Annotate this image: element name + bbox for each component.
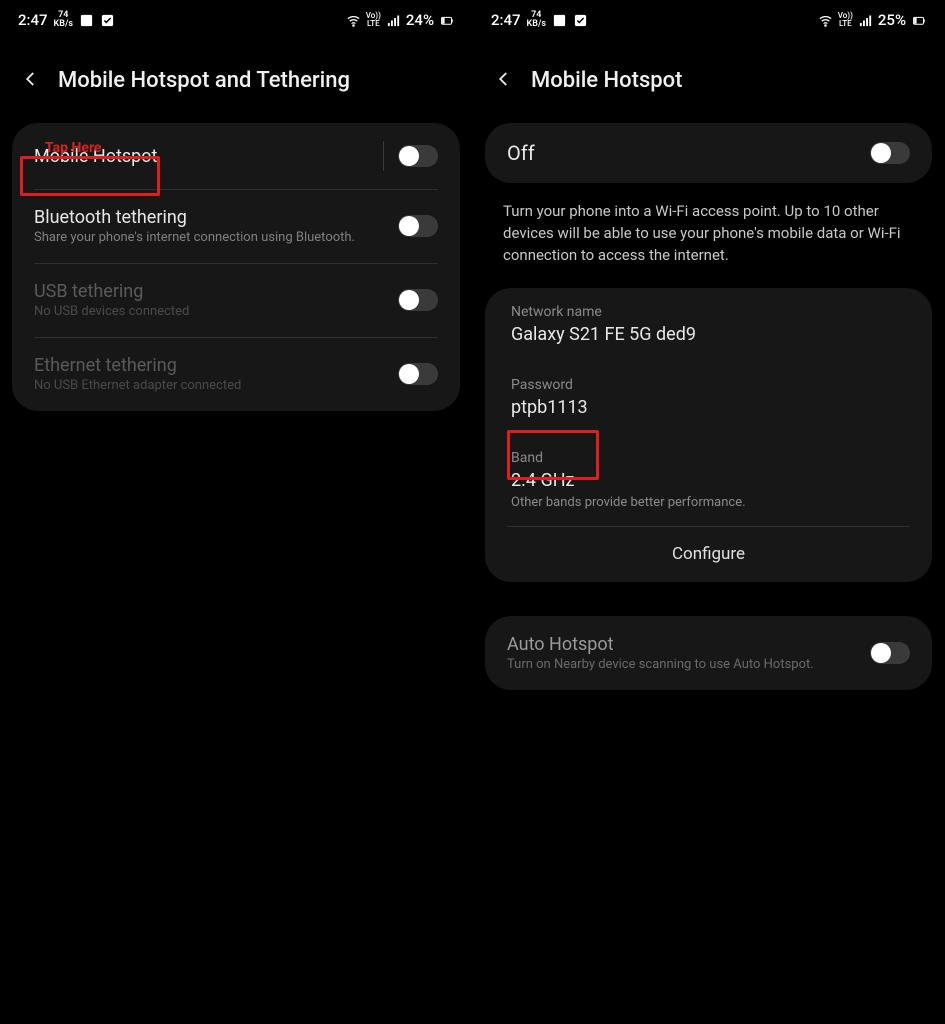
- band-extra: Other bands provide better performance.: [511, 495, 906, 510]
- signal-icon: [386, 13, 401, 28]
- status-bar: 2:47 74KB/s Vo))LTE 24%: [0, 0, 472, 40]
- network-name-value: Galaxy S21 FE 5G ded9: [511, 324, 906, 345]
- check-icon: [573, 13, 588, 28]
- row-mobile-hotspot[interactable]: Mobile Hotspot: [12, 123, 460, 189]
- mobile-hotspot-toggle[interactable]: [398, 145, 438, 167]
- configure-label: Configure: [672, 544, 745, 564]
- wifi-icon: [346, 13, 361, 28]
- band-label: Band: [511, 450, 906, 466]
- row-sub: No USB Ethernet adapter connected: [34, 378, 241, 393]
- network-name-block[interactable]: Network name Galaxy S21 FE 5G ded9: [485, 288, 932, 361]
- back-button[interactable]: [495, 70, 513, 92]
- volte-icon: Vo))LTE: [838, 12, 853, 28]
- band-value: 2.4 GHz: [511, 470, 906, 491]
- tethering-options-card: Mobile Hotspot Bluetooth tethering Share…: [12, 123, 460, 411]
- bluetooth-tethering-toggle[interactable]: [398, 215, 438, 237]
- hotspot-details-card: Network name Galaxy S21 FE 5G ded9 Passw…: [485, 288, 932, 582]
- page-title: Mobile Hotspot: [531, 68, 682, 93]
- battery-icon: [911, 13, 926, 28]
- row-title: Ethernet tethering: [34, 355, 241, 376]
- phone-screen-left: Tap Here 2:47 74KB/s Vo))LTE 24% Mobile …: [0, 0, 472, 1024]
- phone-screen-right: 2:47 74KB/s Vo))LTE 25% Mobile Hotspot O…: [472, 0, 944, 1024]
- page-header: Mobile Hotspot: [473, 40, 944, 123]
- page-header: Mobile Hotspot and Tethering: [0, 40, 472, 123]
- wifi-icon: [818, 13, 833, 28]
- auto-hotspot-sub: Turn on Nearby device scanning to use Au…: [507, 657, 814, 672]
- status-kbps: 74KB/s: [527, 11, 546, 29]
- hotspot-description: Turn your phone into a Wi-Fi access poin…: [473, 201, 944, 288]
- check-icon: [100, 13, 115, 28]
- status-bar: 2:47 74KB/s Vo))LTE 25%: [473, 0, 944, 40]
- row-sub: No USB devices connected: [34, 304, 189, 319]
- status-time: 2:47: [491, 11, 521, 29]
- battery-icon: [439, 13, 454, 28]
- volte-icon: Vo))LTE: [366, 12, 381, 28]
- network-name-label: Network name: [511, 304, 906, 320]
- row-title: Bluetooth tethering: [34, 207, 355, 228]
- hotspot-state-card: Off: [485, 123, 932, 183]
- row-sub: Share your phone's internet connection u…: [34, 230, 355, 245]
- auto-hotspot-card: Auto Hotspot Turn on Nearby device scann…: [485, 616, 932, 690]
- usb-tethering-toggle: [398, 289, 438, 311]
- image-icon: [79, 13, 94, 28]
- signal-icon: [858, 13, 873, 28]
- row-bluetooth-tethering[interactable]: Bluetooth tethering Share your phone's i…: [12, 189, 460, 263]
- separator: [383, 141, 384, 171]
- hotspot-state-label: Off: [507, 141, 535, 165]
- page-title: Mobile Hotspot and Tethering: [58, 68, 350, 93]
- hotspot-master-toggle[interactable]: [870, 142, 910, 164]
- auto-hotspot-title: Auto Hotspot: [507, 634, 814, 655]
- ethernet-tethering-toggle: [398, 363, 438, 385]
- password-label: Password: [511, 377, 906, 393]
- password-block[interactable]: Password ptpb1113: [485, 361, 932, 434]
- battery-percent: 25%: [878, 11, 906, 29]
- battery-percent: 24%: [406, 11, 434, 29]
- annotation-tap-here: Tap Here: [45, 140, 102, 156]
- row-usb-tethering: USB tethering No USB devices connected: [12, 263, 460, 337]
- row-auto-hotspot[interactable]: Auto Hotspot Turn on Nearby device scann…: [485, 616, 932, 690]
- image-icon: [552, 13, 567, 28]
- back-button[interactable]: [22, 70, 40, 92]
- row-hotspot-state[interactable]: Off: [485, 123, 932, 183]
- band-block[interactable]: Band 2.4 GHz Other bands provide better …: [485, 434, 932, 526]
- status-time: 2:47: [18, 11, 48, 29]
- configure-button[interactable]: Configure: [485, 526, 932, 582]
- status-kbps: 74KB/s: [54, 11, 73, 29]
- password-value: ptpb1113: [511, 397, 906, 418]
- row-title: USB tethering: [34, 281, 189, 302]
- row-ethernet-tethering: Ethernet tethering No USB Ethernet adapt…: [12, 337, 460, 411]
- auto-hotspot-toggle[interactable]: [870, 642, 910, 664]
